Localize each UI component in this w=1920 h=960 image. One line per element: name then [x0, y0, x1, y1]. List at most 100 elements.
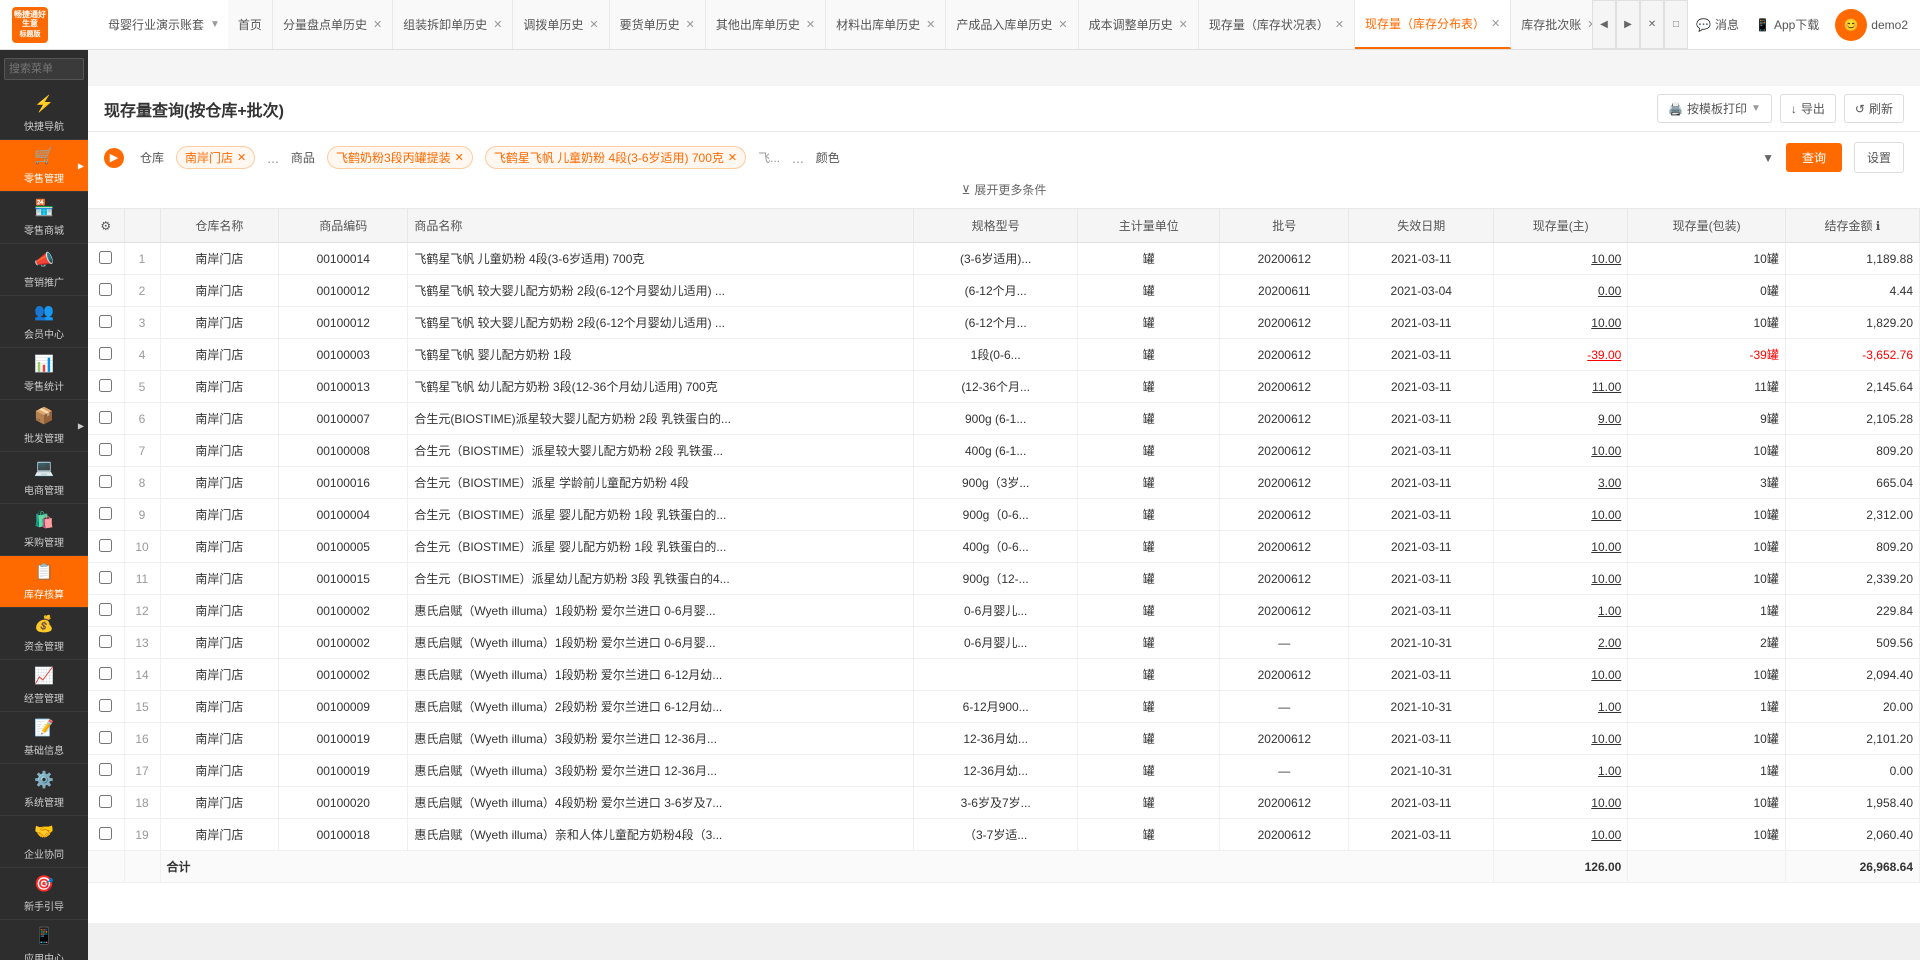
tab-close-stock-status[interactable]: ✕	[1335, 18, 1344, 31]
sidebar-item-wholesale[interactable]: 📦批发管理▶	[0, 400, 88, 452]
row-stock-main[interactable]: 3.00	[1494, 467, 1628, 499]
tab-scroll-left[interactable]: ◀	[1592, 0, 1616, 49]
sidebar-item-newguide[interactable]: 🎯新手引导	[0, 868, 88, 920]
warehouse-tag-remove[interactable]: ✕	[237, 151, 246, 164]
row-checkbox[interactable]	[99, 539, 112, 552]
row-checkbox-cell[interactable]	[88, 691, 124, 723]
col-settings[interactable]: ⚙	[88, 209, 124, 243]
export-button[interactable]: ↓ 导出	[1780, 94, 1836, 123]
row-checkbox-cell[interactable]	[88, 563, 124, 595]
row-checkbox[interactable]	[99, 731, 112, 744]
stock-main-link[interactable]: -39.00	[1587, 348, 1621, 362]
tab-mix[interactable]: 调拨单历史✕	[513, 0, 609, 49]
user-item[interactable]: 😊 demo2	[1835, 9, 1908, 41]
row-checkbox-cell[interactable]	[88, 531, 124, 563]
sidebar-item-inventory[interactable]: 📋库存核算	[0, 556, 88, 608]
stock-main-link[interactable]: 10.00	[1591, 572, 1621, 586]
product-tag-1[interactable]: 飞鹤奶粉3段丙罐提装 ✕	[327, 146, 473, 169]
refresh-button[interactable]: ↺ 刷新	[1844, 94, 1904, 123]
stock-main-link[interactable]: 10.00	[1591, 508, 1621, 522]
row-checkbox[interactable]	[99, 571, 112, 584]
tab-close-mix[interactable]: ✕	[589, 18, 598, 31]
sidebar-item-enterprise[interactable]: 🤝企业协同	[0, 816, 88, 868]
sidebar-item-shortcut[interactable]: ⚡快捷导航	[0, 88, 88, 140]
stock-main-link[interactable]: 1.00	[1598, 764, 1621, 778]
stock-main-link[interactable]: 10.00	[1591, 252, 1621, 266]
sidebar-item-stats[interactable]: 📊零售统计	[0, 348, 88, 400]
row-stock-main[interactable]: 10.00	[1494, 307, 1628, 339]
tab-close-requisition[interactable]: ✕	[686, 18, 695, 31]
row-checkbox-cell[interactable]	[88, 499, 124, 531]
row-checkbox-cell[interactable]	[88, 371, 124, 403]
tab-close-material-out[interactable]: ✕	[926, 18, 935, 31]
tab-close-batch-ledger[interactable]: ✕	[1587, 18, 1592, 31]
row-stock-main[interactable]: 10.00	[1494, 563, 1628, 595]
stock-main-link[interactable]: 2.00	[1598, 636, 1621, 650]
tab-product-in[interactable]: 产成品入库单历史✕	[946, 0, 1078, 49]
expand-toggle-btn[interactable]: ▶	[104, 148, 124, 168]
row-stock-main[interactable]: 10.00	[1494, 659, 1628, 691]
row-checkbox-cell[interactable]	[88, 467, 124, 499]
sidebar-item-retail-shop[interactable]: 🏪零售商城	[0, 192, 88, 244]
query-button[interactable]: 查询	[1786, 143, 1842, 172]
stock-main-link[interactable]: 10.00	[1591, 444, 1621, 458]
tab-scroll-right[interactable]: ▶	[1616, 0, 1640, 49]
row-checkbox[interactable]	[99, 827, 112, 840]
print-dropdown-icon[interactable]: ▼	[1751, 103, 1761, 114]
tab-requisition[interactable]: 要货单历史✕	[610, 0, 706, 49]
tab-close-product-in[interactable]: ✕	[1058, 18, 1067, 31]
row-stock-main[interactable]: 10.00	[1494, 435, 1628, 467]
app-download-item[interactable]: 📱 App下载	[1755, 16, 1819, 33]
stock-main-link[interactable]: 10.00	[1591, 540, 1621, 554]
row-checkbox[interactable]	[99, 507, 112, 520]
row-checkbox-cell[interactable]	[88, 755, 124, 787]
account-dropdown-label[interactable]: 母婴行业演示账套	[108, 16, 204, 33]
row-checkbox[interactable]	[99, 283, 112, 296]
row-checkbox-cell[interactable]	[88, 339, 124, 371]
row-checkbox-cell[interactable]	[88, 243, 124, 275]
row-checkbox[interactable]	[99, 635, 112, 648]
row-stock-main[interactable]: 2.00	[1494, 627, 1628, 659]
stock-main-link[interactable]: 10.00	[1591, 316, 1621, 330]
row-checkbox[interactable]	[99, 347, 112, 360]
row-checkbox-cell[interactable]	[88, 307, 124, 339]
row-stock-main[interactable]: 1.00	[1494, 691, 1628, 723]
row-checkbox-cell[interactable]	[88, 819, 124, 851]
tab-material-out[interactable]: 材料出库单历史✕	[826, 0, 946, 49]
product-tag-2[interactable]: 飞鹤星飞帆 儿童奶粉 4段(3-6岁适用) 700克 ✕	[485, 146, 746, 169]
sidebar-item-operation[interactable]: 📈经营管理	[0, 660, 88, 712]
tab-close-stock-dist[interactable]: ✕	[1491, 17, 1500, 30]
sidebar-item-purchase[interactable]: 🛍️采购管理	[0, 504, 88, 556]
tab-split-inventory[interactable]: 分量盘点单历史✕	[273, 0, 393, 49]
row-checkbox-cell[interactable]	[88, 723, 124, 755]
sidebar-item-basic[interactable]: 📝基础信息	[0, 712, 88, 764]
row-checkbox[interactable]	[99, 763, 112, 776]
row-checkbox-cell[interactable]	[88, 595, 124, 627]
row-stock-main[interactable]: 10.00	[1494, 723, 1628, 755]
tab-batch-ledger[interactable]: 库存批次账✕	[1511, 0, 1592, 49]
search-input[interactable]	[4, 58, 84, 80]
row-checkbox[interactable]	[99, 379, 112, 392]
tab-close-disassemble[interactable]: ✕	[493, 18, 502, 31]
row-checkbox-cell[interactable]	[88, 403, 124, 435]
tab-maximize[interactable]: □	[1664, 0, 1688, 49]
warehouse-tag[interactable]: 南岸门店 ✕	[176, 146, 255, 169]
stock-main-link[interactable]: 11.00	[1592, 380, 1621, 394]
row-checkbox[interactable]	[99, 251, 112, 264]
product-tag-2-remove[interactable]: ✕	[728, 151, 737, 164]
stock-main-link[interactable]: 1.00	[1598, 604, 1621, 618]
row-stock-main[interactable]: 0.00	[1494, 275, 1628, 307]
stock-main-link[interactable]: 10.00	[1591, 668, 1621, 682]
row-checkbox[interactable]	[99, 411, 112, 424]
sidebar-item-system[interactable]: ⚙️系统管理	[0, 764, 88, 816]
row-checkbox-cell[interactable]	[88, 659, 124, 691]
tab-close-split-inventory[interactable]: ✕	[373, 18, 382, 31]
row-checkbox-cell[interactable]	[88, 627, 124, 659]
sidebar-item-finance[interactable]: 💰资金管理	[0, 608, 88, 660]
row-checkbox[interactable]	[99, 475, 112, 488]
tab-disassemble[interactable]: 组装拆卸单历史✕	[393, 0, 513, 49]
row-stock-main[interactable]: 11.00	[1494, 371, 1628, 403]
message-item[interactable]: 💬 消息	[1696, 16, 1739, 33]
setting-button[interactable]: 设置	[1854, 142, 1904, 173]
color-dropdown-icon[interactable]: ▼	[1762, 151, 1774, 165]
